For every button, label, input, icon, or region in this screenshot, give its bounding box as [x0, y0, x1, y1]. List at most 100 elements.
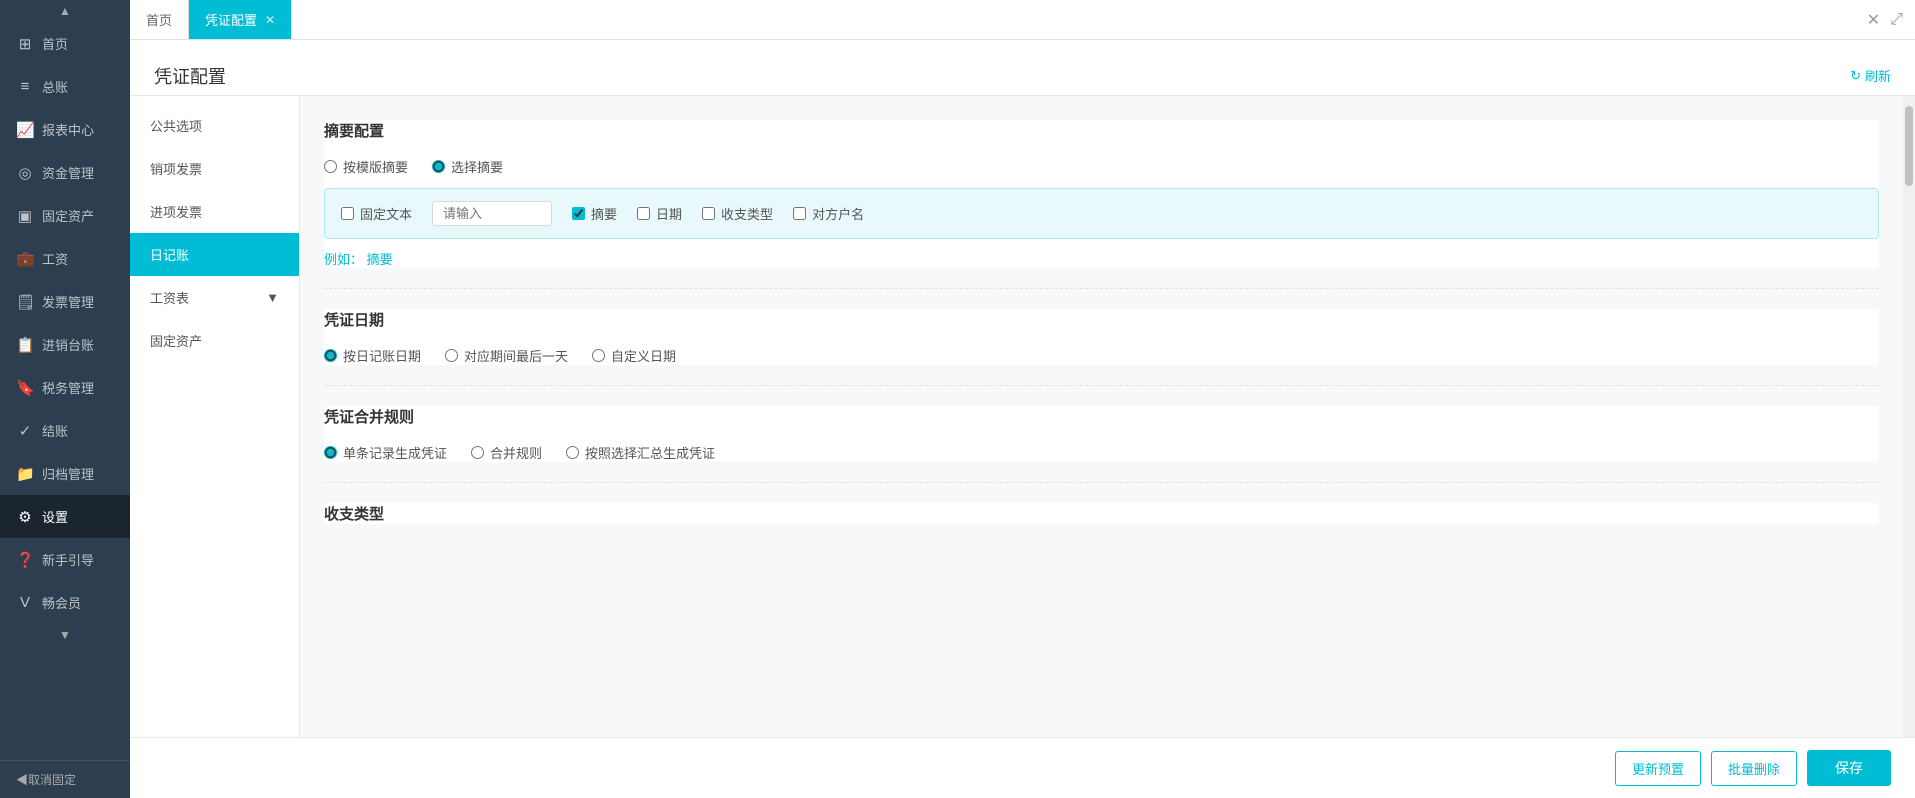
tab-close-window-button[interactable]: ✕: [1867, 10, 1880, 30]
fixed-text-input[interactable]: [341, 207, 354, 220]
template-summary-input[interactable]: [324, 160, 337, 173]
expand-arrow-icon: ▼: [266, 290, 279, 305]
sidebar-item-archive[interactable]: 📁 归档管理: [0, 452, 130, 495]
sidebar-scroll-down[interactable]: ▼: [0, 624, 130, 646]
summary-section: 摘要配置 按模版摘要 选择摘要 固定文本: [324, 120, 1879, 268]
sidebar-item-settlement[interactable]: ✓ 结账: [0, 409, 130, 452]
merge-radio-group: 单条记录生成凭证 合并规则 按照选择汇总生成凭证: [324, 443, 1879, 462]
fixed-text-checkbox[interactable]: 固定文本: [341, 204, 412, 223]
left-nav-journal[interactable]: 日记账: [130, 233, 299, 276]
select-summary-radio[interactable]: 选择摘要: [432, 157, 503, 176]
summary-section-title: 摘要配置: [324, 120, 1879, 141]
sidebar-item-salary[interactable]: 💼 工资: [0, 237, 130, 280]
sidebar-item-member[interactable]: V 畅会员: [0, 581, 130, 624]
summary-input[interactable]: [572, 207, 585, 220]
funds-icon: ◎: [16, 164, 34, 182]
sidebar-scroll-up[interactable]: ▲: [0, 0, 130, 22]
date-checkbox[interactable]: 日期: [637, 204, 682, 223]
salary-icon: 💼: [16, 250, 34, 268]
refresh-button[interactable]: ↻ 刷新: [1850, 66, 1891, 85]
merge-rule-input[interactable]: [471, 446, 484, 459]
fixed-text-field[interactable]: [432, 201, 552, 226]
tab-home[interactable]: 首页: [130, 0, 189, 39]
single-record-radio[interactable]: 单条记录生成凭证: [324, 443, 447, 462]
sidebar-item-home[interactable]: ⊞ 首页: [0, 22, 130, 65]
sidebar-item-funds[interactable]: ◎ 资金管理: [0, 151, 130, 194]
sidebar-item-tax[interactable]: 🔖 税务管理: [0, 366, 130, 409]
tab-actions: ✕ ⤢: [1855, 10, 1915, 30]
settings-icon: ⚙: [16, 508, 34, 526]
main-content: 摘要配置 按模版摘要 选择摘要 固定文本: [300, 96, 1903, 737]
save-button[interactable]: 保存: [1807, 750, 1891, 786]
right-scrollbar[interactable]: [1903, 96, 1915, 737]
date-section: 凭证日期 按日记账日期 对应期间最后一天 自定义日期: [324, 309, 1879, 365]
sidebar-unpin-button[interactable]: ◀取消固定: [0, 760, 130, 798]
example-row: 例如： 摘要: [324, 249, 1879, 268]
member-icon: V: [16, 594, 34, 611]
journal-date-input[interactable]: [324, 349, 337, 362]
merge-rule-radio[interactable]: 合并规则: [471, 443, 542, 462]
tab-bar: 首页 凭证配置 ✕ ✕ ⤢: [130, 0, 1915, 40]
divider-2: [324, 385, 1879, 386]
custom-date-radio[interactable]: 自定义日期: [592, 346, 676, 365]
fixed-assets-icon: ▣: [16, 207, 34, 225]
sidebar: ▲ ⊞ 首页 ≡ 总账 📈 报表中心 ◎ 资金管理 ▣ 固定资产 💼 工资 🗒 …: [0, 0, 130, 798]
left-nav-sales-invoice[interactable]: 销项发票: [130, 147, 299, 190]
sidebar-item-invoice-mgmt[interactable]: 🗒 发票管理: [0, 280, 130, 323]
select-merge-input[interactable]: [566, 446, 579, 459]
date-radio-group: 按日记账日期 对应期间最后一天 自定义日期: [324, 346, 1879, 365]
divider-1: [324, 288, 1879, 289]
journal-date-radio[interactable]: 按日记账日期: [324, 346, 421, 365]
left-nav-fixed-assets[interactable]: 固定资产: [130, 319, 299, 362]
update-preview-button[interactable]: 更新预置: [1615, 751, 1701, 786]
single-record-input[interactable]: [324, 446, 337, 459]
example-value: 摘要: [367, 252, 393, 267]
scrollbar-thumb[interactable]: [1905, 106, 1913, 186]
content-layout: 公共选项 销项发票 进项发票 日记账 工资表 ▼ 固定资产 摘要配置: [130, 96, 1915, 737]
income-type-checkbox[interactable]: 收支类型: [702, 204, 773, 223]
tab-voucher-config[interactable]: 凭证配置 ✕: [189, 0, 292, 39]
tax-icon: 🔖: [16, 379, 34, 397]
main-area: 首页 凭证配置 ✕ ✕ ⤢ 凭证配置 ↻ 刷新 公共选项 销项发票 进: [130, 0, 1915, 798]
archive-icon: 📁: [16, 465, 34, 483]
refresh-icon: ↻: [1850, 68, 1861, 84]
home-icon: ⊞: [16, 35, 34, 53]
custom-date-input[interactable]: [592, 349, 605, 362]
sidebar-item-ledger[interactable]: ≡ 总账: [0, 65, 130, 108]
merge-section: 凭证合并规则 单条记录生成凭证 合并规则 按照选择汇总生成凭证: [324, 406, 1879, 462]
example-label: 例如：: [324, 252, 363, 267]
ledger-icon: ≡: [16, 78, 34, 95]
tab-fullscreen-button[interactable]: ⤢: [1890, 11, 1903, 29]
left-nav: 公共选项 销项发票 进项发票 日记账 工资表 ▼ 固定资产: [130, 96, 300, 737]
template-summary-radio[interactable]: 按模版摘要: [324, 157, 408, 176]
sidebar-item-settings[interactable]: ⚙ 设置: [0, 495, 130, 538]
income-section-title: 收支类型: [324, 503, 1879, 524]
divider-3: [324, 482, 1879, 483]
summary-options-row: 固定文本 摘要 日期 收支类型: [324, 188, 1879, 239]
sidebar-item-guide[interactable]: ❓ 新手引导: [0, 538, 130, 581]
last-day-radio[interactable]: 对应期间最后一天: [445, 346, 568, 365]
date-input[interactable]: [637, 207, 650, 220]
sidebar-item-reports[interactable]: 📈 报表中心: [0, 108, 130, 151]
tab-close-icon[interactable]: ✕: [265, 13, 275, 27]
summary-checkbox[interactable]: 摘要: [572, 204, 617, 223]
settlement-icon: ✓: [16, 422, 34, 440]
income-type-input[interactable]: [702, 207, 715, 220]
batch-delete-button[interactable]: 批量删除: [1711, 751, 1797, 786]
counterpart-input[interactable]: [793, 207, 806, 220]
counterpart-checkbox[interactable]: 对方户名: [793, 204, 864, 223]
guide-icon: ❓: [16, 551, 34, 569]
sidebar-item-sales-ledger[interactable]: 📋 进销台账: [0, 323, 130, 366]
sidebar-item-fixed-assets[interactable]: ▣ 固定资产: [0, 194, 130, 237]
select-summary-input[interactable]: [432, 160, 445, 173]
page-title: 凭证配置: [154, 63, 226, 89]
left-nav-purchase-invoice[interactable]: 进项发票: [130, 190, 299, 233]
left-nav-public[interactable]: 公共选项: [130, 104, 299, 147]
bottom-bar: 更新预置 批量删除 保存: [130, 737, 1915, 798]
invoice-mgmt-icon: 🗒: [16, 293, 34, 311]
income-section: 收支类型: [324, 503, 1879, 524]
last-day-input[interactable]: [445, 349, 458, 362]
left-nav-payroll[interactable]: 工资表 ▼: [130, 276, 299, 319]
select-merge-radio[interactable]: 按照选择汇总生成凭证: [566, 443, 715, 462]
sales-ledger-icon: 📋: [16, 336, 34, 354]
